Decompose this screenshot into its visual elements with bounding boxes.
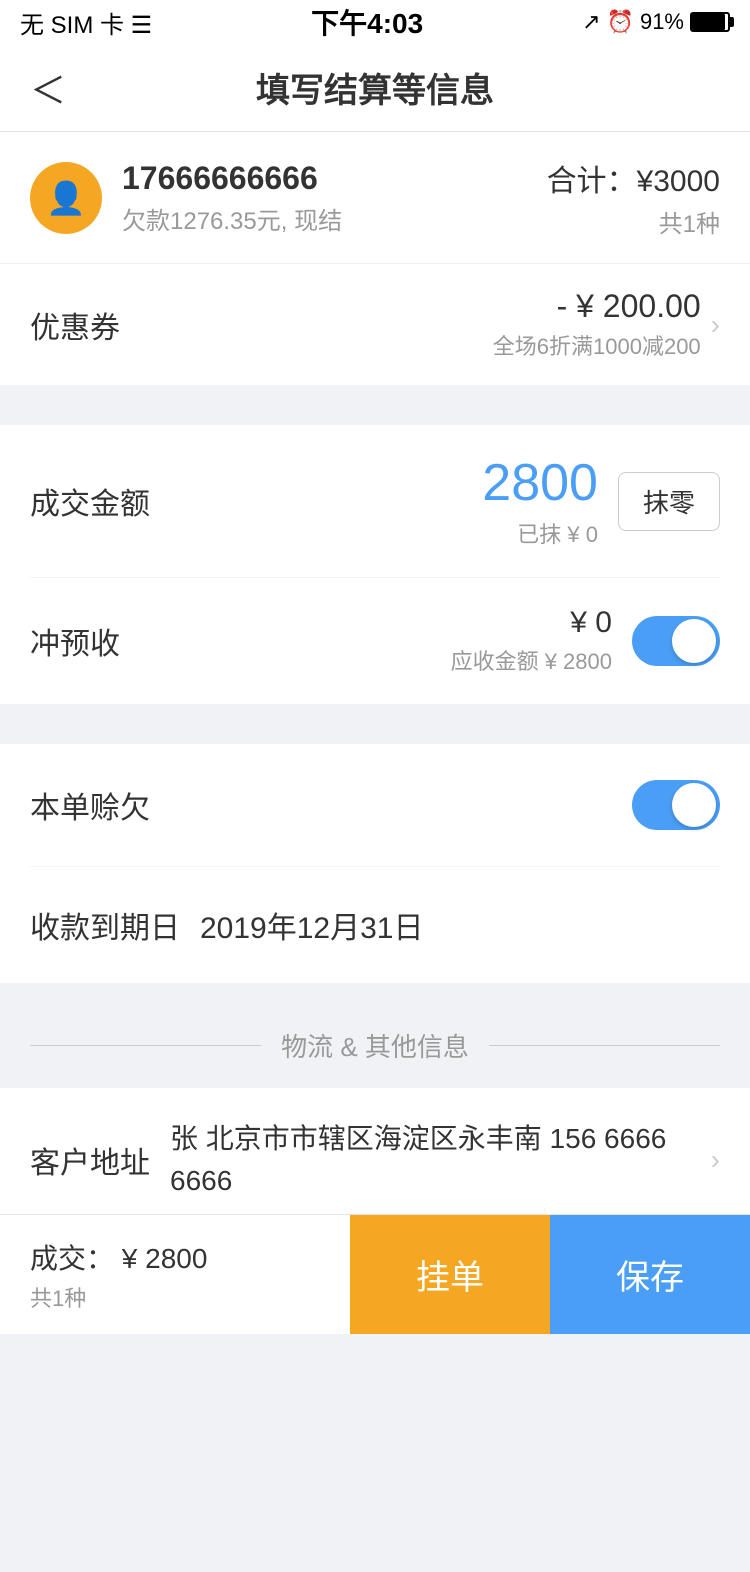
coupon-discount: - ¥ 200.00: [493, 288, 701, 325]
coupon-row[interactable]: 优惠券 - ¥ 200.00 全场6折满1000减200 ›: [0, 263, 750, 385]
address-section: 客户地址 张 北京市市辖区海淀区永丰南 156 6666 6666 ›: [0, 1088, 750, 1232]
bottom-bar: 成交： ¥ 2800 共1种 挂单 保存: [0, 1214, 750, 1334]
amount-section: 成交金额 2800 已抹 ¥ 0 抹零 冲预收 ¥ 0 应收金额 ¥ 2800: [0, 425, 750, 704]
status-time: 下午4:03: [311, 2, 423, 42]
status-right: ↗ ⏰ 91%: [582, 9, 730, 35]
summary-amount: ¥ 2800: [122, 1243, 208, 1274]
total-count: 共1种: [547, 204, 720, 239]
logistics-divider: 物流 & 其他信息: [0, 1003, 750, 1088]
save-button[interactable]: 保存: [550, 1215, 750, 1334]
address-chevron: ›: [711, 1144, 720, 1176]
customer-phone: 17666666666: [122, 160, 342, 197]
section-divider-1: [0, 405, 750, 425]
hang-button[interactable]: 挂单: [350, 1215, 550, 1334]
coupon-right: - ¥ 200.00 全场6折满1000减200 ›: [493, 288, 720, 361]
coupon-chevron: ›: [711, 309, 720, 341]
deal-amount-value: 2800: [482, 453, 598, 513]
date-row: 收款到期日 2019年12月31日: [30, 867, 720, 983]
prepay-row: 冲预收 ¥ 0 应收金额 ¥ 2800: [30, 578, 720, 704]
alarm-icon: ⏰: [607, 9, 634, 35]
customer-left: 👤 17666666666 欠款1276.35元, 现结: [30, 160, 342, 236]
deal-amount-right: 2800 已抹 ¥ 0 抹零: [482, 453, 720, 549]
prepay-toggle-knob: [672, 619, 716, 663]
debt-row: 本单赊欠: [30, 744, 720, 867]
deal-amount-sub: 已抹 ¥ 0: [482, 517, 598, 549]
avatar: 👤: [30, 162, 102, 234]
deal-amount-label: 成交金额: [30, 479, 150, 523]
customer-right: 合计：¥3000 共1种: [547, 156, 720, 239]
signal-text: 无 SIM 卡 ☰: [20, 5, 152, 40]
divider-line-right: [489, 1045, 720, 1046]
debt-toggle-knob: [672, 783, 716, 827]
debt-label: 本单赊欠: [30, 783, 150, 827]
battery-percent: 91%: [640, 9, 684, 35]
avatar-icon: 👤: [46, 179, 86, 217]
customer-card: 👤 17666666666 欠款1276.35元, 现结 合计：¥3000 共1…: [0, 132, 750, 385]
location-icon: ↗: [582, 9, 600, 35]
battery-icon: [690, 12, 730, 32]
customer-info: 17666666666 欠款1276.35元, 现结: [122, 160, 342, 236]
round-button[interactable]: 抹零: [618, 472, 720, 531]
divider-line-left: [30, 1045, 261, 1046]
section-divider-2: [0, 724, 750, 744]
deal-amount-row: 成交金额 2800 已抹 ¥ 0 抹零: [30, 425, 720, 578]
status-bar: 无 SIM 卡 ☰ 下午4:03 ↗ ⏰ 91%: [0, 0, 750, 44]
address-label: 客户地址: [30, 1138, 150, 1182]
prepay-label: 冲预收: [30, 619, 120, 663]
date-label: 收款到期日: [30, 903, 180, 947]
prepay-sub: 应收金额 ¥ 2800: [451, 644, 612, 676]
total-amount: 合计：¥3000: [547, 156, 720, 200]
debt-section: 本单赊欠 收款到期日 2019年12月31日: [0, 744, 750, 983]
logistics-text: 物流 & 其他信息: [281, 1027, 469, 1064]
coupon-label: 优惠券: [30, 303, 120, 347]
back-button[interactable]: ＜: [30, 62, 66, 114]
debt-toggle[interactable]: [632, 780, 720, 830]
status-left: 无 SIM 卡 ☰: [20, 5, 152, 40]
customer-sub: 欠款1276.35元, 现结: [122, 201, 342, 236]
bottom-buttons: 挂单 保存: [350, 1215, 750, 1334]
battery-fill: [692, 14, 725, 30]
main-content: 👤 17666666666 欠款1276.35元, 现结 合计：¥3000 共1…: [0, 132, 750, 1572]
nav-bar: ＜ 填写结算等信息: [0, 44, 750, 132]
page-title: 填写结算等信息: [86, 63, 664, 112]
address-value: 张 北京市市辖区海淀区永丰南 156 6666 6666: [170, 1118, 701, 1202]
summary-label: 成交：: [30, 1243, 114, 1274]
date-value: 2019年12月31日: [200, 903, 423, 947]
prepay-amount: ¥ 0: [451, 606, 612, 640]
customer-row: 👤 17666666666 欠款1276.35元, 现结 合计：¥3000 共1…: [0, 132, 750, 263]
bottom-summary-main: 成交： ¥ 2800: [30, 1237, 320, 1277]
bottom-summary: 成交： ¥ 2800 共1种: [0, 1237, 350, 1313]
coupon-desc: 全场6折满1000减200: [493, 329, 701, 361]
bottom-summary-count: 共1种: [30, 1281, 320, 1313]
address-row[interactable]: 客户地址 张 北京市市辖区海淀区永丰南 156 6666 6666 ›: [30, 1088, 720, 1232]
prepay-toggle[interactable]: [632, 616, 720, 666]
